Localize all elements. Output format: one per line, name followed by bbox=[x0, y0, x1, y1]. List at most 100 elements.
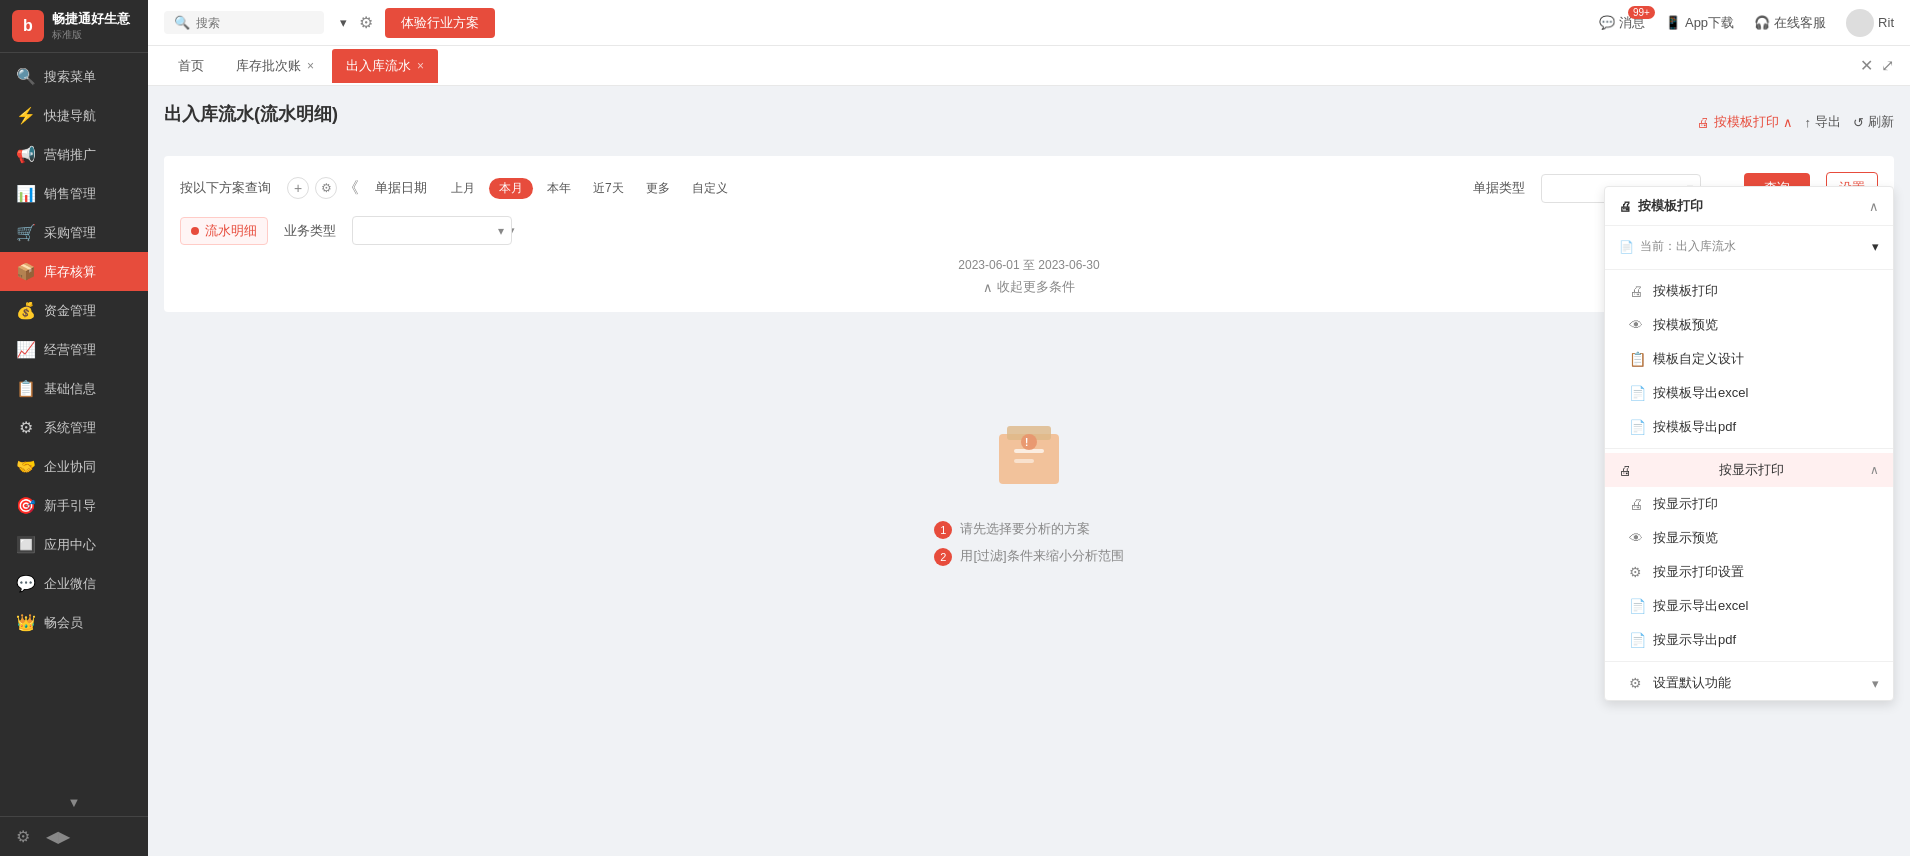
dropdown-item-template-pdf[interactable]: 📄 按模板导出pdf bbox=[1605, 410, 1893, 444]
sidebar-scroll-down[interactable]: ▼ bbox=[0, 789, 148, 816]
trial-btn[interactable]: 体验行业方案 bbox=[385, 8, 495, 38]
filter-setting-btn[interactable]: ⚙ bbox=[315, 177, 337, 199]
business-type-select[interactable] bbox=[352, 216, 512, 245]
dropdown-item-display-preview[interactable]: 👁 按显示预览 bbox=[1605, 521, 1893, 555]
tab-close-window-icon[interactable]: ✕ bbox=[1860, 56, 1873, 75]
dropdown-item-display-settings[interactable]: ⚙ 按显示打印设置 bbox=[1605, 555, 1893, 589]
dropdown-item-display-excel[interactable]: 📄 按显示导出excel bbox=[1605, 589, 1893, 623]
print-icon: 🖨 bbox=[1629, 283, 1645, 299]
dropdown-display-section-header[interactable]: 🖨 按显示打印 ∧ bbox=[1605, 453, 1893, 487]
basic-info-icon: 📋 bbox=[16, 379, 36, 398]
dropdown-item-template-design[interactable]: 📋 模板自定义设计 bbox=[1605, 342, 1893, 376]
step-1-num: 1 bbox=[934, 521, 952, 539]
tab-current-close[interactable]: × bbox=[417, 59, 424, 73]
sidebar-bottom: ⚙ ◀▶ bbox=[0, 816, 148, 856]
topbar-search-area: 🔍 bbox=[164, 11, 324, 34]
date-btn-last-month[interactable]: 上月 bbox=[443, 178, 483, 199]
arrow-up-icon: ∧ bbox=[1783, 115, 1793, 130]
sidebar-item-basic-info[interactable]: 📋 基础信息 bbox=[0, 369, 148, 408]
sidebar-item-label: 系统管理 bbox=[44, 419, 96, 437]
filter-collapse-btn[interactable]: 《 bbox=[343, 178, 359, 199]
step-2-text: 用[过滤]条件来缩小分析范围 bbox=[960, 547, 1123, 565]
filter-action-btns: + ⚙ 《 bbox=[287, 177, 359, 199]
sidebar-item-quicknav[interactable]: ⚡ 快捷导航 bbox=[0, 96, 148, 135]
sidebar-item-search[interactable]: 🔍 搜索菜单 bbox=[0, 57, 148, 96]
main-area: 🔍 ▾ ⚙ 体验行业方案 💬 消息 99+ 📱 App下载 🎧 在线客服 bbox=[148, 0, 1910, 856]
display-preview-icon: 👁 bbox=[1629, 530, 1645, 546]
dropdown-collapse-icon[interactable]: ∧ bbox=[1869, 199, 1879, 214]
sidebar-item-label: 基础信息 bbox=[44, 380, 96, 398]
search-input[interactable] bbox=[196, 16, 296, 30]
date-btn-this-month[interactable]: 本月 bbox=[489, 178, 533, 199]
settings-icon[interactable]: ⚙ bbox=[16, 827, 30, 846]
step-2-num: 2 bbox=[934, 548, 952, 566]
empty-steps: 1 请先选择要分析的方案 2 用[过滤]条件来缩小分析范围 bbox=[934, 520, 1123, 574]
date-btn-more[interactable]: 更多 bbox=[638, 178, 678, 199]
tab-current[interactable]: 出入库流水 × bbox=[332, 49, 438, 83]
message-badge: 99+ bbox=[1628, 6, 1655, 19]
refresh-icon: ↺ bbox=[1853, 115, 1864, 130]
sidebar-item-marketing[interactable]: 📢 营销推广 bbox=[0, 135, 148, 174]
refresh-label: 刷新 bbox=[1868, 113, 1894, 131]
export-label: 导出 bbox=[1815, 113, 1841, 131]
dropdown-title: 🖨 按模板打印 bbox=[1619, 197, 1703, 215]
chevron-down-icon: ▾ bbox=[340, 15, 347, 30]
business-type-selector[interactable] bbox=[352, 216, 512, 245]
dropdown-panel: 🖨 按模板打印 ∧ 📄 当前：出入库流水 ▾ 🖨 按模板打印 bbox=[1604, 186, 1894, 701]
sidebar-item-weixin[interactable]: 💬 企业微信 bbox=[0, 564, 148, 603]
chevron-up-icon: ∧ bbox=[983, 280, 993, 295]
dropdown-item-template-excel[interactable]: 📄 按模板导出excel bbox=[1605, 376, 1893, 410]
sidebar-item-operations[interactable]: 📈 经营管理 bbox=[0, 330, 148, 369]
step-1-text: 请先选择要分析的方案 bbox=[960, 520, 1090, 538]
tab-inventory-batch-close[interactable]: × bbox=[307, 59, 314, 73]
sidebar-item-member[interactable]: 👑 畅会员 bbox=[0, 603, 148, 642]
app-download-btn[interactable]: 📱 App下载 bbox=[1665, 14, 1734, 32]
date-btn-7days[interactable]: 近7天 bbox=[585, 178, 632, 199]
dropdown-current-arrow[interactable]: ▾ bbox=[1872, 239, 1879, 254]
dropdown-item-template-preview[interactable]: 👁 按模板预览 bbox=[1605, 308, 1893, 342]
dropdown-item-display-print[interactable]: 🖨 按显示打印 bbox=[1605, 487, 1893, 521]
empty-step-1: 1 请先选择要分析的方案 bbox=[934, 520, 1123, 539]
dropdown-item-default-settings[interactable]: ⚙ 设置默认功能 ▾ bbox=[1605, 666, 1893, 700]
sidebar-item-enterprise[interactable]: 🤝 企业协同 bbox=[0, 447, 148, 486]
print-action[interactable]: 🖨 按模板打印 ∧ bbox=[1697, 113, 1793, 131]
sidebar-item-label: 库存核算 bbox=[44, 263, 96, 281]
sidebar-item-inventory[interactable]: 📦 库存核算 bbox=[0, 252, 148, 291]
dropdown-item-display-pdf[interactable]: 📄 按显示导出pdf bbox=[1605, 623, 1893, 657]
business-type-label: 业务类型 bbox=[284, 222, 336, 240]
gear-icon[interactable]: ⚙ bbox=[359, 13, 373, 32]
inventory-icon: 📦 bbox=[16, 262, 36, 281]
sidebar-item-guide[interactable]: 🎯 新手引导 bbox=[0, 486, 148, 525]
date-btn-custom[interactable]: 自定义 bbox=[684, 178, 736, 199]
date-selector: 上月 本月 本年 近7天 更多 自定义 bbox=[443, 178, 736, 199]
tab-expand-icon[interactable]: ⤢ bbox=[1881, 56, 1894, 75]
tag-filter[interactable]: 流水明细 bbox=[180, 217, 268, 245]
preview-icon: 👁 bbox=[1629, 317, 1645, 333]
message-btn[interactable]: 💬 消息 99+ bbox=[1599, 14, 1645, 32]
sidebar: b 畅捷通好生意 标准版 🔍 搜索菜单 ⚡ 快捷导航 📢 营销推广 📊 销售管理… bbox=[0, 0, 148, 856]
sidebar-item-system[interactable]: ⚙ 系统管理 bbox=[0, 408, 148, 447]
sidebar-item-label: 经营管理 bbox=[44, 341, 96, 359]
svg-rect-3 bbox=[1014, 459, 1034, 463]
dropdown-item-template-print[interactable]: 🖨 按模板打印 bbox=[1605, 274, 1893, 308]
sidebar-item-finance[interactable]: 💰 资金管理 bbox=[0, 291, 148, 330]
topbar-dropdown[interactable]: ▾ bbox=[336, 15, 347, 30]
quicknav-icon: ⚡ bbox=[16, 106, 36, 125]
topbar-right: 💬 消息 99+ 📱 App下载 🎧 在线客服 Rit bbox=[1599, 9, 1894, 37]
enterprise-icon: 🤝 bbox=[16, 457, 36, 476]
export-action[interactable]: ↑ 导出 bbox=[1805, 113, 1842, 131]
sidebar-item-sales[interactable]: 📊 销售管理 bbox=[0, 174, 148, 213]
filter-add-btn[interactable]: + bbox=[287, 177, 309, 199]
toggle-sidebar-icon[interactable]: ◀▶ bbox=[46, 827, 70, 846]
tab-home[interactable]: 首页 bbox=[164, 49, 218, 83]
date-btn-this-year[interactable]: 本年 bbox=[539, 178, 579, 199]
user-avatar-area[interactable]: Rit bbox=[1846, 9, 1894, 37]
tab-inventory-batch[interactable]: 库存批次账 × bbox=[222, 49, 328, 83]
sidebar-item-appcenter[interactable]: 🔲 应用中心 bbox=[0, 525, 148, 564]
printer-icon: 🖨 bbox=[1697, 115, 1710, 130]
online-service-btn[interactable]: 🎧 在线客服 bbox=[1754, 14, 1826, 32]
refresh-action[interactable]: ↺ 刷新 bbox=[1853, 113, 1894, 131]
sidebar-item-label: 畅会员 bbox=[44, 614, 83, 632]
pdf-icon-2: 📄 bbox=[1629, 632, 1645, 648]
sidebar-item-purchase[interactable]: 🛒 采购管理 bbox=[0, 213, 148, 252]
